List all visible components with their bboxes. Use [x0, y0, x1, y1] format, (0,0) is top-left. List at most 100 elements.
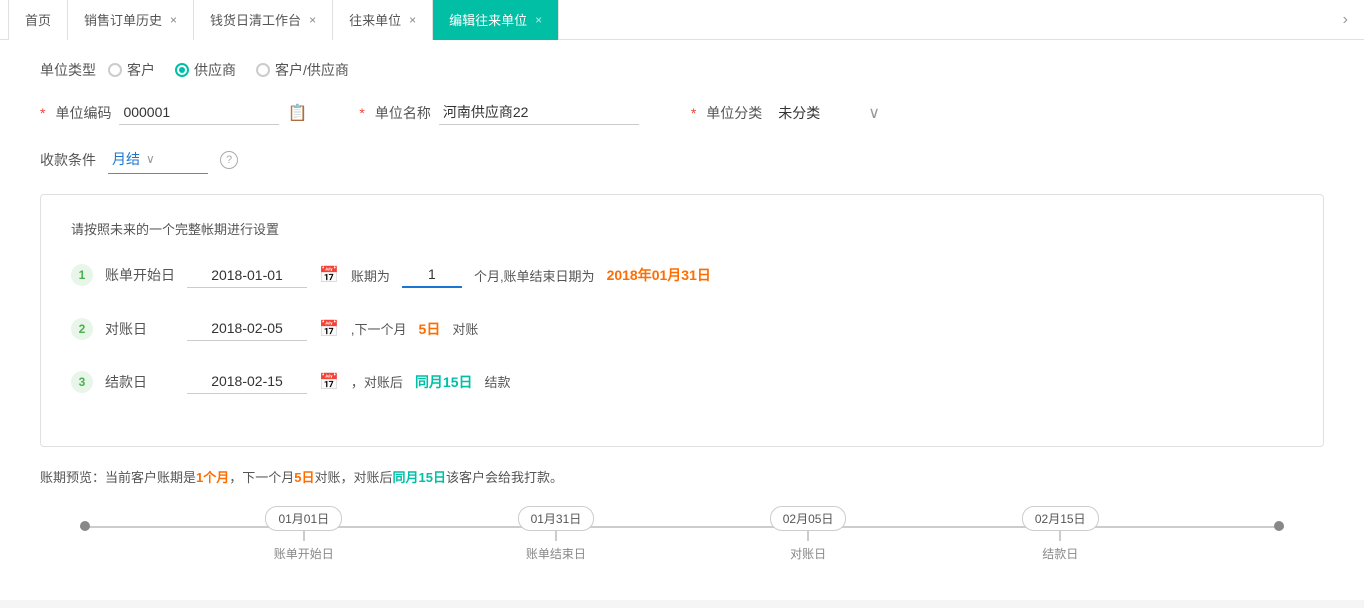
help-icon-label: ? [226, 154, 232, 166]
step-1-period-unit: 个月,账单结束日期为 [474, 266, 595, 285]
step-3-highlight: 同月15日 [415, 372, 473, 392]
step-2-date-input[interactable] [187, 316, 307, 341]
step-2-calendar-icon[interactable]: 📅 [319, 319, 339, 339]
step-2-number: 2 [71, 318, 93, 340]
unit-code-group: * 单位编码 📋 [40, 100, 307, 125]
timeline-point-end [1274, 506, 1284, 531]
step-3-calendar-icon[interactable]: 📅 [319, 372, 339, 392]
tab-counterpart-unit-close[interactable]: × [409, 13, 416, 27]
unit-code-label: 单位编码 [55, 103, 111, 123]
timeline-point-date1: 01月01日 账单开始日 [265, 506, 342, 562]
timeline-dot-start [80, 521, 90, 531]
unit-code-input[interactable] [119, 100, 279, 125]
radio-customer-supplier[interactable]: 客户/供应商 [256, 60, 349, 80]
payment-terms-help-icon[interactable]: ? [220, 151, 238, 169]
timeline-badge-3: 02月05日 [770, 506, 847, 531]
payment-terms-label: 收款条件 [40, 150, 96, 170]
unit-type-label: 单位类型 [40, 60, 96, 80]
unit-name-star: * [359, 105, 364, 121]
unit-category-label: 单位分类 [706, 103, 762, 123]
radio-supplier-circle [175, 63, 189, 77]
step-2-highlight: 5日 [419, 319, 441, 339]
timeline-point-date2: 01月31日 账单结束日 [518, 506, 595, 562]
billing-period-section: 请按照未来的一个完整帐期进行设置 1 账单开始日 📅 账期为 个月,账单结束日期… [40, 194, 1324, 447]
radio-supplier-label: 供应商 [194, 60, 236, 80]
step-3-label: 结款日 [105, 372, 175, 392]
payment-terms-select-arrow: ∨ [146, 152, 155, 166]
preview-middle2: 对账，对账后 [315, 470, 393, 485]
unit-name-label: 单位名称 [375, 103, 431, 123]
step-2-desc-prefix: ,下一个月 [351, 319, 407, 338]
section-title: 请按照未来的一个完整帐期进行设置 [71, 219, 1293, 238]
tab-sales-order-history[interactable]: 销售订单历史 × [68, 0, 194, 40]
step-1-desc-prefix: 账期为 [351, 266, 390, 285]
tab-cash-work-close[interactable]: × [309, 13, 316, 27]
timeline-sublabel-2: 账单结束日 [526, 545, 586, 562]
radio-supplier[interactable]: 供应商 [175, 60, 236, 80]
step-2-desc-suffix: 对账 [452, 319, 478, 338]
step-1-label: 账单开始日 [105, 265, 175, 285]
timeline-sublabel-3: 对账日 [790, 545, 826, 562]
step-3-desc-prefix: ，对账后 [351, 372, 403, 391]
timeline-point-date3: 02月05日 对账日 [770, 506, 847, 562]
timeline-badge-1: 01月01日 [265, 506, 342, 531]
radio-customer-supplier-label: 客户/供应商 [275, 60, 349, 80]
timeline-badge-2: 01月31日 [518, 506, 595, 531]
timeline-point-date4: 02月15日 结款日 [1022, 506, 1099, 562]
unit-info-row: * 单位编码 📋 * 单位名称 * 单位分类 未分类 ∨ [40, 100, 1324, 125]
unit-type-radio-group: 客户 供应商 客户/供应商 [108, 60, 349, 80]
unit-category-star: * [691, 105, 696, 121]
tab-cash-work[interactable]: 钱货日清工作台 × [194, 0, 333, 40]
step-3-date-input[interactable] [187, 369, 307, 394]
step-1-period-input[interactable] [402, 262, 462, 288]
tab-sales-order-history-label: 销售订单历史 [84, 10, 162, 29]
unit-code-icon[interactable]: 📋 [287, 103, 307, 123]
timeline-point-1 [80, 506, 90, 543]
unit-name-input[interactable] [439, 100, 639, 125]
radio-customer-label: 客户 [127, 60, 155, 80]
step-1-number: 1 [71, 264, 93, 286]
unit-code-star: * [40, 105, 45, 121]
tab-home-label: 首页 [25, 10, 51, 29]
step-2-label: 对账日 [105, 319, 175, 339]
tab-edit-counterpart-unit-close[interactable]: × [535, 13, 542, 27]
step-3-desc-suffix: 结款 [485, 372, 511, 391]
tabs-scroll-right[interactable]: › [1335, 11, 1356, 29]
preview-text: 账期预览：当前客户账期是1个月，下一个月5日对账，对账后同月15日该客户会给我打… [40, 467, 1324, 486]
unit-category-group: * 单位分类 未分类 ∨ [691, 103, 880, 123]
payment-terms-value: 月结 [112, 149, 140, 169]
step-3-number: 3 [71, 371, 93, 393]
step-1-row: 1 账单开始日 📅 账期为 个月,账单结束日期为 2018年01月31日 [71, 262, 1293, 288]
unit-category-dropdown-icon[interactable]: ∨ [868, 103, 880, 123]
tab-counterpart-unit[interactable]: 往来单位 × [333, 0, 433, 40]
payment-terms-select[interactable]: 月结 ∨ [108, 145, 208, 174]
radio-customer[interactable]: 客户 [108, 60, 155, 80]
timeline-tick-1 [303, 531, 305, 541]
timeline-dot-end [1274, 521, 1284, 531]
unit-name-group: * 单位名称 [359, 100, 638, 125]
tab-edit-counterpart-unit[interactable]: 编辑往来单位 × [433, 0, 559, 40]
tab-sales-order-history-close[interactable]: × [170, 13, 177, 27]
timeline: 01月01日 账单开始日 01月31日 账单结束日 02月05日 对账日 02月… [40, 506, 1324, 562]
step-1-date-input[interactable] [187, 263, 307, 288]
step-2-row: 2 对账日 📅 ,下一个月 5日 对账 [71, 316, 1293, 341]
main-content: 单位类型 客户 供应商 客户/供应商 * 单位编码 📋 * 单位名称 [0, 40, 1364, 600]
tab-home[interactable]: 首页 [8, 0, 68, 40]
timeline-sublabel-4: 结款日 [1042, 545, 1078, 562]
preview-part1: 1个月 [196, 470, 229, 485]
step-1-calendar-icon[interactable]: 📅 [319, 265, 339, 285]
timeline-points: 01月01日 账单开始日 01月31日 账单结束日 02月05日 对账日 02月… [80, 506, 1284, 562]
tab-counterpart-unit-label: 往来单位 [349, 10, 401, 29]
preview-part2: 5日 [294, 470, 314, 485]
tabs-bar: 首页 销售订单历史 × 钱货日清工作台 × 往来单位 × 编辑往来单位 × › [0, 0, 1364, 40]
unit-category-value: 未分类 [778, 103, 820, 123]
timeline-badge-4: 02月15日 [1022, 506, 1099, 531]
tab-edit-counterpart-unit-label: 编辑往来单位 [449, 10, 527, 29]
preview-middle1: ，下一个月 [229, 470, 294, 485]
unit-type-row: 单位类型 客户 供应商 客户/供应商 [40, 60, 1324, 80]
preview-prefix: 账期预览：当前客户账期是 [40, 470, 196, 485]
preview-suffix: 该客户会给我打款。 [446, 470, 563, 485]
payment-terms-row: 收款条件 月结 ∨ ? [40, 145, 1324, 174]
preview-part3: 同月15日 [393, 470, 446, 485]
timeline-sublabel-1: 账单开始日 [274, 545, 334, 562]
